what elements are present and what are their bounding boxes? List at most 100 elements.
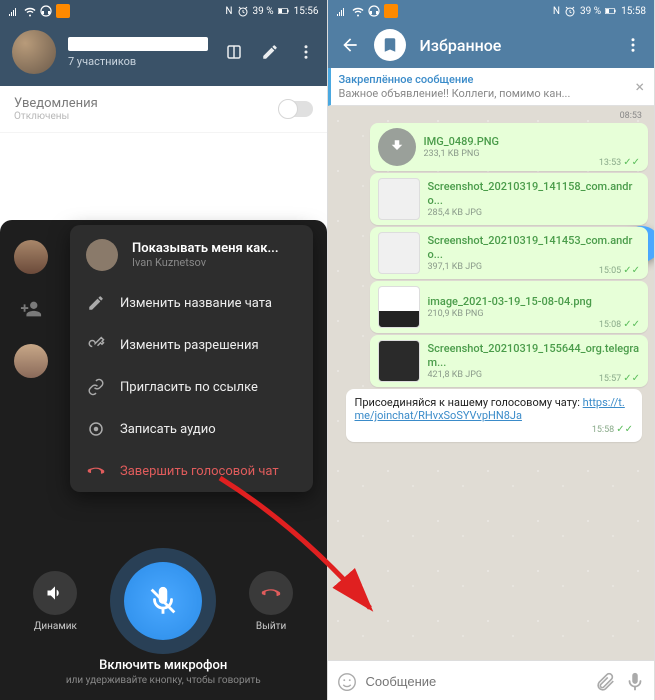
group-name-redacted xyxy=(68,37,208,51)
pinned-title: Закреплённое сообщение xyxy=(339,73,571,86)
message-time: 15:08 xyxy=(599,320,621,330)
message-file[interactable]: image_2021-03-19_15-08-04.png 210,9 KB P… xyxy=(370,281,649,333)
menu-end-label: Завершить голосовой чат xyxy=(120,464,279,479)
battery-percent: 39 % xyxy=(253,6,274,17)
user-avatar-icon xyxy=(86,239,118,271)
headphone-icon xyxy=(368,5,380,17)
nfc-label: N xyxy=(553,6,560,17)
file-name: Screenshot_20210319_141158_com.andro... xyxy=(428,180,641,206)
status-bar: N 39 % 15:58 xyxy=(328,0,655,22)
voice-chat-header: 7 участников xyxy=(0,22,327,86)
clock-time: 15:58 xyxy=(621,6,646,17)
message-file[interactable]: Screenshot_20210319_141158_com.andro... … xyxy=(370,173,649,225)
screen-saved-messages: N 39 % 15:58 Избранное Закреплённое сооб… xyxy=(328,0,655,700)
hangup-icon xyxy=(86,461,106,481)
file-thumbnail xyxy=(378,232,420,274)
menu-show-as-sub: Ivan Kuznetsov xyxy=(132,256,279,269)
notifications-toggle-row[interactable]: Уведомления Отключены xyxy=(0,86,327,133)
record-icon xyxy=(86,419,106,439)
wifi-icon xyxy=(24,5,36,17)
message-file[interactable]: IMG_0489.PNG 233,1 KB PNG 13:53✓✓ xyxy=(370,123,649,171)
read-ticks-icon: ✓✓ xyxy=(623,373,640,384)
mic-hint-main: Включить микрофон xyxy=(0,658,327,673)
saved-messages-avatar-icon[interactable] xyxy=(374,29,406,61)
edit-icon[interactable] xyxy=(261,43,279,61)
mic-hint-sub: или удерживайте кнопку, чтобы говорить xyxy=(0,675,327,686)
message-file[interactable]: Screenshot_20210319_155644_org.telegram.… xyxy=(370,335,649,387)
app-badge-icon xyxy=(56,4,70,18)
speaker-button[interactable] xyxy=(33,571,77,615)
headphone-icon xyxy=(40,5,52,17)
menu-permissions[interactable]: Изменить разрешения xyxy=(70,324,313,366)
voice-chat-controls: Динамик Выйти xyxy=(0,562,327,640)
alarm-icon xyxy=(237,5,249,17)
participant-avatar[interactable] xyxy=(14,344,48,378)
leave-button[interactable] xyxy=(249,571,293,615)
group-avatar[interactable] xyxy=(12,30,56,74)
notifications-switch[interactable] xyxy=(279,101,313,117)
pencil-icon xyxy=(86,293,106,313)
menu-end-voice-chat[interactable]: Завершить голосовой чат xyxy=(70,450,313,492)
layout-icon[interactable] xyxy=(225,43,243,61)
battery-icon xyxy=(605,5,617,17)
menu-rename-label: Изменить название чата xyxy=(120,296,272,311)
leave-label: Выйти xyxy=(256,621,286,632)
menu-invite-link[interactable]: Пригласить по ссылке xyxy=(70,366,313,408)
notifications-title: Уведомления xyxy=(14,96,98,111)
add-participant-icon[interactable] xyxy=(14,298,48,320)
more-icon[interactable] xyxy=(624,36,642,54)
menu-record-label: Записать аудио xyxy=(120,422,216,437)
chat-header: Избранное xyxy=(328,22,655,68)
menu-show-me-as[interactable]: Показывать меня как... Ivan Kuznetsov xyxy=(70,225,313,282)
signal-icon xyxy=(336,5,348,17)
download-icon[interactable] xyxy=(378,128,416,166)
emoji-icon[interactable] xyxy=(336,671,358,693)
participant-avatar[interactable] xyxy=(14,240,48,274)
voice-chat-menu: Показывать меня как... Ivan Kuznetsov Из… xyxy=(70,225,313,492)
file-thumbnail xyxy=(378,178,420,220)
file-meta: 210,9 KB PNG xyxy=(428,309,641,319)
menu-invite-label: Пригласить по ссылке xyxy=(120,380,258,395)
file-meta: 285,4 KB JPG xyxy=(428,208,641,218)
attach-icon[interactable] xyxy=(594,671,616,693)
screen-voice-chat: N 39 % 15:56 7 участников Уведомления От… xyxy=(0,0,328,700)
message-input[interactable] xyxy=(366,674,587,689)
more-icon[interactable] xyxy=(297,43,315,61)
wifi-icon xyxy=(352,5,364,17)
file-name: Screenshot_20210319_141453_com.andro... xyxy=(428,234,641,260)
alarm-icon xyxy=(564,5,576,17)
mic-toggle-button[interactable] xyxy=(124,562,202,640)
speaker-label: Динамик xyxy=(34,621,77,632)
mic-hint: Включить микрофон или удерживайте кнопку… xyxy=(0,658,327,686)
message-time: 15:57 xyxy=(599,374,621,384)
key-icon xyxy=(86,335,106,355)
clock-time: 15:56 xyxy=(294,6,319,17)
read-ticks-icon: ✓✓ xyxy=(616,424,633,435)
menu-rename-chat[interactable]: Изменить название чата xyxy=(70,282,313,324)
back-icon[interactable] xyxy=(340,35,360,55)
read-ticks-icon: ✓✓ xyxy=(623,319,640,330)
message-text[interactable]: Присоединяйся к нашему голосовому чату: … xyxy=(346,389,643,442)
pinned-text: Важное объявление!! Коллеги, помимо кан.… xyxy=(339,87,571,100)
pinned-message[interactable]: Закреплённое сообщение Важное объявление… xyxy=(328,68,655,106)
app-badge-icon xyxy=(384,4,398,18)
message-time: 15:05 xyxy=(599,266,621,276)
read-ticks-icon: ✓✓ xyxy=(623,157,640,168)
messages-list[interactable]: 08:53 IMG_0489.PNG 233,1 KB PNG 13:53✓✓ … xyxy=(328,106,655,660)
link-icon xyxy=(86,377,106,397)
file-thumbnail xyxy=(378,340,420,382)
menu-record-audio[interactable]: Записать аудио xyxy=(70,408,313,450)
mic-icon[interactable] xyxy=(624,671,646,693)
file-name: IMG_0489.PNG xyxy=(424,135,641,148)
message-file[interactable]: Screenshot_20210319_141453_com.andro... … xyxy=(370,227,649,279)
signal-icon xyxy=(8,5,20,17)
status-bar: N 39 % 15:56 xyxy=(0,0,327,22)
read-ticks-icon: ✓✓ xyxy=(623,265,640,276)
message-body: Присоединяйся к нашему голосовому чату: xyxy=(355,396,583,409)
close-icon[interactable]: × xyxy=(635,77,644,96)
file-thumbnail xyxy=(378,286,420,328)
battery-percent: 39 % xyxy=(580,6,601,17)
message-time: 13:53 xyxy=(599,158,621,168)
chat-title[interactable]: Избранное xyxy=(420,36,611,55)
menu-permissions-label: Изменить разрешения xyxy=(120,338,259,353)
